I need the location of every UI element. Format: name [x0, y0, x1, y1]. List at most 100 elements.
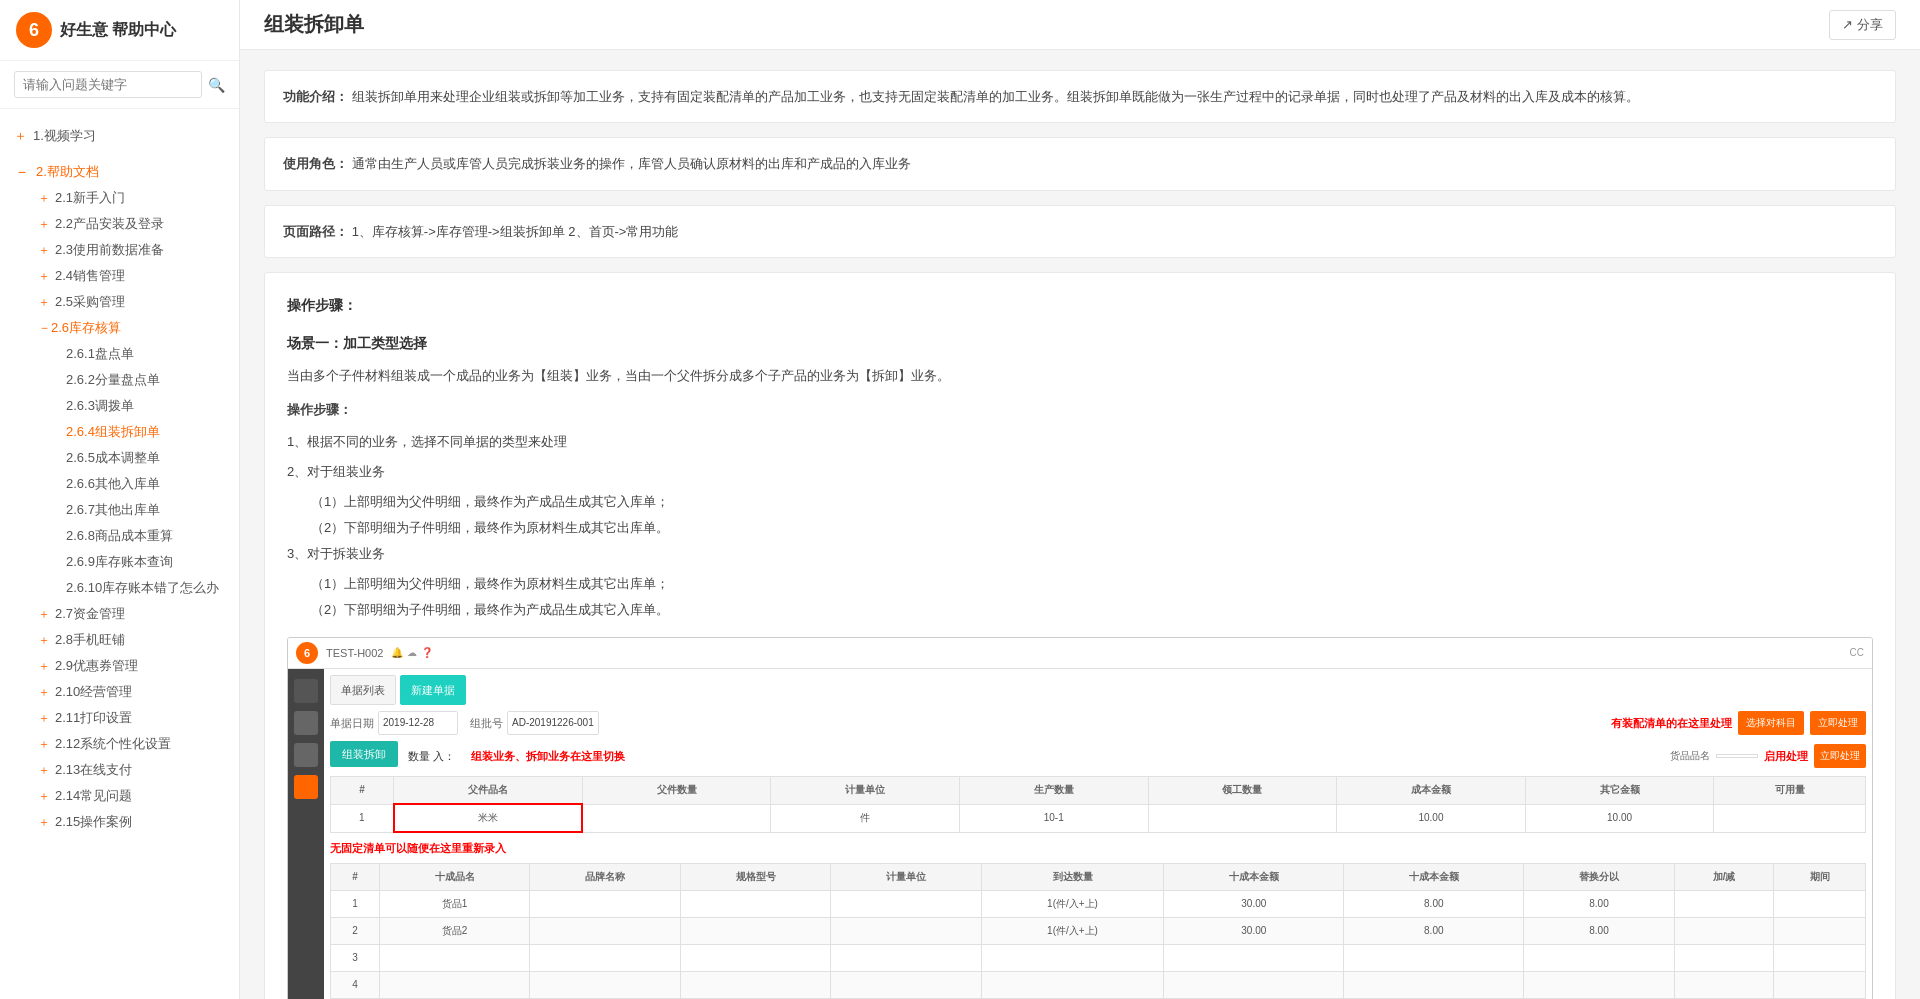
sidebar-item-stockerror[interactable]: 2.6.10库存账本错了怎么办 — [46, 575, 225, 601]
app-icon-cloud: ☁ — [407, 643, 417, 663]
sidebar-item-data[interactable]: ＋ 2.3使用前数据准备 — [32, 237, 225, 263]
intro-title: 功能介绍： — [283, 89, 348, 104]
intro-block: 功能介绍： 组装拆卸单用来处理企业组装或拆卸等加工业务，支持有固定装配清单的产品… — [264, 70, 1896, 123]
plus-icon-print: ＋ — [38, 710, 50, 727]
sidebar-item-finance[interactable]: ＋ 2.7资金管理 — [32, 601, 225, 627]
app-apply-btn[interactable]: 立即处理 — [1810, 711, 1866, 735]
scene1-desc: 当由多个子件材料组装成一个成品的业务为【组装】业务，当由一个父件拆分成多个子产品… — [287, 363, 1873, 389]
table-row: 1 货品1 1(件/入+上) 30.00 8.00 8.00 — [331, 891, 1866, 918]
app-date-value[interactable]: 2019-12-28 — [378, 711, 458, 735]
col-parent-qty: 父件数量 — [582, 777, 771, 805]
plus-icon-purchase: ＋ — [38, 294, 50, 311]
sidebar-item-newbie[interactable]: ＋ 2.1新手入门 — [32, 185, 225, 211]
sidebar-item-splitcount[interactable]: 2.6.2分量盘点单 — [46, 367, 225, 393]
sidebar-item-otherinstock[interactable]: 2.6.6其他入库单 — [46, 471, 225, 497]
screenshot-wrapper: 6 TEST-H002 🔔 ☁ ❓ CC — [287, 637, 1873, 999]
sidebar-item-onlinepay[interactable]: ＋ 2.13在线支付 — [32, 757, 225, 783]
sidebar-item-stockledger[interactable]: 2.6.9库存账本查询 — [46, 549, 225, 575]
app-confirm-btn[interactable]: 选择对科目 — [1738, 711, 1804, 735]
sidebar-item-sysconfig[interactable]: ＋ 2.12系统个性化设置 — [32, 731, 225, 757]
sidebar-item-inventory[interactable]: － 2.6库存核算 — [32, 315, 225, 341]
app-screenshot: 6 TEST-H002 🔔 ☁ ❓ CC — [287, 637, 1873, 999]
table-child-header-row: # 十成品名 品牌名称 规格型号 计量单位 到达数量 十成本金额 十成本金额 替 — [331, 864, 1866, 891]
app-sidebar-icons — [288, 669, 324, 805]
col-num: # — [331, 777, 394, 805]
app-bill-label: 组批号 — [470, 712, 503, 734]
role-text: 通常由生产人员或库管人员完成拆装业务的操作，库管人员确认原材料的出库和产成品的入… — [352, 156, 911, 171]
plus-icon-mobile: ＋ — [38, 632, 50, 649]
sidebar-icon-active — [294, 775, 318, 799]
step2-2: （2）下部明细为子件明细，最终作为原材料生成其它出库单。 — [311, 515, 1873, 541]
sidebar-item-goodscost[interactable]: 2.6.8商品成本重算 — [46, 523, 225, 549]
logo-icon: 6 — [16, 12, 52, 48]
sidebar-item-print[interactable]: ＋ 2.11打印设置 — [32, 705, 225, 731]
supplier-label: 货品品名 — [1670, 746, 1710, 766]
tab-new[interactable]: 新建单据 — [400, 675, 466, 705]
plus-icon-newbie: ＋ — [38, 190, 50, 207]
share-icon: ↗ — [1842, 17, 1853, 32]
sidebar-item-video[interactable]: ＋ 1.视频学习 — [14, 123, 225, 149]
table-row: 1 米米 件 10-1 10.00 10.00 — [331, 804, 1866, 832]
app-supplier-input[interactable] — [1716, 754, 1758, 758]
table-parent-header-row: # 父件品名 父件数量 计量单位 生产数量 领工数量 成本金额 其它金额 可用量 — [331, 777, 1866, 805]
plus-icon-install: ＋ — [38, 216, 50, 233]
app-body: 单据列表 新建单据 单据日期 2019-12-28 — [288, 669, 1872, 999]
app-annotation2-wrap: 组装业务、拆卸业务在这里切换 — [471, 745, 625, 767]
table-parent-body: 1 米米 件 10-1 10.00 10.00 — [331, 804, 1866, 832]
table-row: 2 货品2 1(件/入+上) 30.00 8.00 8.00 — [331, 918, 1866, 945]
share-button[interactable]: ↗ 分享 — [1829, 10, 1896, 40]
path-text: 1、库存核算->库存管理->组装拆卸单 2、首页->常用功能 — [352, 224, 679, 239]
step3-2: （2）下部明细为子件明细，最终作为产成品生成其它入库单。 — [311, 597, 1873, 623]
app-id: TEST-H002 — [326, 642, 383, 664]
search-icon[interactable]: 🔍 — [208, 77, 225, 93]
sidebar-item-cases[interactable]: ＋ 2.15操作案例 — [32, 809, 225, 835]
table-child-body: 1 货品1 1(件/入+上) 30.00 8.00 8.00 — [331, 891, 1866, 999]
sidebar-item-helpdoc[interactable]: － 2.帮助文档 — [14, 159, 225, 185]
path-title: 页面路径： — [283, 224, 348, 239]
annotation-bom: 有装配清单的在这里处理 — [1611, 712, 1732, 734]
sidebar-item-transfer[interactable]: 2.6.3调拨单 — [46, 393, 225, 419]
ops-steps-title: 操作步骤： — [287, 397, 1873, 423]
plus-icon-sysconfig: ＋ — [38, 736, 50, 753]
sidebar-item-sales[interactable]: ＋ 2.4销售管理 — [32, 263, 225, 289]
sidebar-item-mobile[interactable]: ＋ 2.8手机旺铺 — [32, 627, 225, 653]
search-area: 🔍 — [0, 61, 239, 109]
sidebar-item-otheroutstock[interactable]: 2.6.7其他出库单 — [46, 497, 225, 523]
plus-icon-ops: ＋ — [38, 684, 50, 701]
col-other: 其它金额 — [1525, 777, 1714, 805]
app-topbar: 6 TEST-H002 🔔 ☁ ❓ CC — [288, 638, 1872, 669]
page-title: 组装拆卸单 — [264, 11, 364, 38]
app-icons-row: 🔔 ☁ ❓ — [391, 643, 433, 663]
app-date-label: 单据日期 — [330, 712, 374, 734]
plus-icon-data: ＋ — [38, 242, 50, 259]
minus-icon: － — [14, 164, 30, 180]
plus-icon-coupon: ＋ — [38, 658, 50, 675]
role-title: 使用角色： — [283, 156, 348, 171]
app-header-right: CC — [1850, 643, 1864, 663]
topbar: 组装拆卸单 ↗ 分享 — [240, 0, 1920, 50]
sidebar-item-coupon[interactable]: ＋ 2.9优惠券管理 — [32, 653, 225, 679]
minus-icon-inventory: － — [38, 319, 51, 337]
sidebar-item-purchase[interactable]: ＋ 2.5采购管理 — [32, 289, 225, 315]
table-row: 3 — [331, 945, 1866, 972]
sidebar-item-costadj[interactable]: 2.6.5成本调整单 — [46, 445, 225, 471]
app-save-btn[interactable]: 立即处理 — [1814, 744, 1866, 768]
step3-1: （1）上部明细为父件明细，最终作为原材料生成其它出库单； — [311, 571, 1873, 597]
sidebar-item-install[interactable]: ＋ 2.2产品安装及登录 — [32, 211, 225, 237]
tab-list[interactable]: 单据列表 — [330, 675, 396, 705]
app-bill-value[interactable]: AD-20191226-001 — [507, 711, 599, 735]
sidebar-item-assembly[interactable]: 2.6.4组装拆卸单 — [46, 419, 225, 445]
sidebar-item-faq[interactable]: ＋ 2.14常见问题 — [32, 783, 225, 809]
sidebar-item-ops[interactable]: ＋ 2.10经营管理 — [32, 679, 225, 705]
logo-text: 好生意 帮助中心 — [60, 20, 176, 41]
nav-tree: ＋ 1.视频学习 － 2.帮助文档 ＋ 2.1新手入门 ＋ 2.2产品安装及登录 — [0, 109, 239, 999]
search-input[interactable] — [14, 71, 202, 98]
sidebar-icon-menu — [294, 711, 318, 735]
app-table-parent: # 父件品名 父件数量 计量单位 生产数量 领工数量 成本金额 其它金额 可用量 — [330, 776, 1866, 833]
content-area: 功能介绍： 组装拆卸单用来处理企业组装或拆卸等加工业务，支持有固定装配清单的产品… — [240, 50, 1920, 999]
nav-section-2: － 2.帮助文档 ＋ 2.1新手入门 ＋ 2.2产品安装及登录 ＋ 2.3使用前… — [0, 153, 239, 839]
sidebar-item-stockcount[interactable]: 2.6.1盘点单 — [46, 341, 225, 367]
app-icon-help: ❓ — [421, 643, 433, 663]
app-inner-tab-assembly[interactable]: 组装拆卸 — [330, 741, 398, 767]
sidebar-icon-home — [294, 679, 318, 703]
